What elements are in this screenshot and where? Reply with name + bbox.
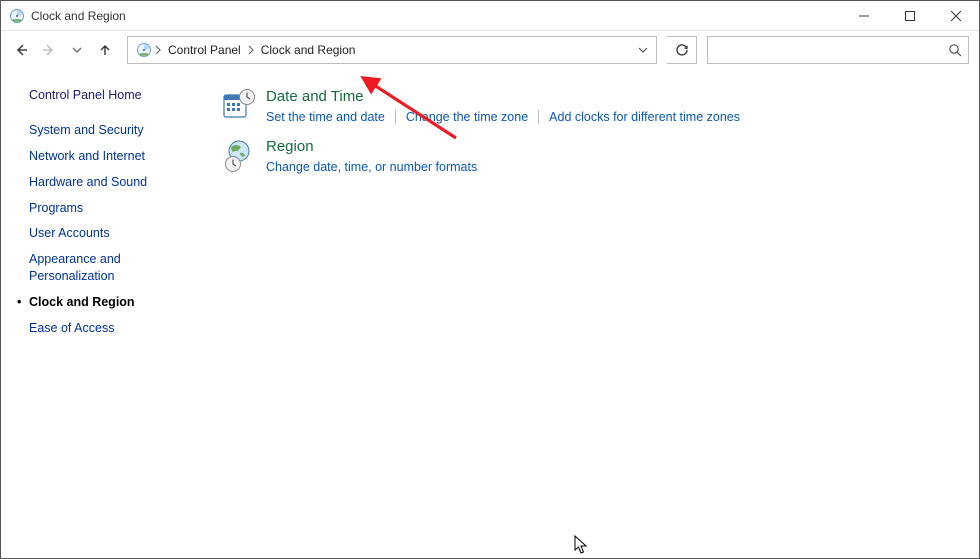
search-icon[interactable] [948, 43, 962, 57]
content: Date and Time Set the time and date Chan… [206, 69, 979, 558]
maximize-button[interactable] [887, 1, 933, 31]
search-box[interactable] [707, 36, 969, 64]
category-title-date-and-time[interactable]: Date and Time [266, 88, 740, 107]
up-button[interactable] [93, 38, 117, 62]
control-panel-icon [9, 8, 25, 24]
sidebar-item-system-and-security[interactable]: System and Security [29, 122, 206, 139]
breadcrumb-control-panel[interactable]: Control Panel [164, 37, 245, 63]
sidebar-item-clock-and-region[interactable]: Clock and Region [29, 294, 206, 311]
recent-locations-button[interactable] [65, 38, 89, 62]
window-title: Clock and Region [31, 9, 126, 23]
sidebar-home[interactable]: Control Panel Home [29, 87, 206, 104]
breadcrumb-clock-and-region[interactable]: Clock and Region [257, 37, 360, 63]
sidebar-item-user-accounts[interactable]: User Accounts [29, 225, 206, 242]
chevron-right-icon[interactable] [152, 45, 164, 55]
refresh-button[interactable] [667, 36, 697, 64]
address-root-icon[interactable] [132, 37, 152, 63]
back-button[interactable] [9, 38, 33, 62]
window-frame: Clock and Region [0, 0, 980, 559]
address-bar[interactable]: Control Panel Clock and Region [127, 36, 657, 64]
address-dropdown-button[interactable] [632, 45, 654, 55]
sidebar: Control Panel Home System and Security N… [1, 69, 206, 558]
date-and-time-icon [222, 88, 256, 122]
breadcrumb-label: Clock and Region [261, 43, 356, 57]
category-title-region[interactable]: Region [266, 138, 477, 157]
link-divider [395, 110, 396, 124]
link-change-date-time-or-number-formats[interactable]: Change date, time, or number formats [266, 160, 477, 174]
forward-button[interactable] [37, 38, 61, 62]
category-region: Region Change date, time, or number form… [222, 138, 959, 174]
sidebar-item-network-and-internet[interactable]: Network and Internet [29, 148, 206, 165]
sidebar-item-appearance-and-personalization[interactable]: Appearance and Personalization [29, 251, 169, 285]
titlebar: Clock and Region [1, 1, 979, 31]
search-input[interactable] [716, 42, 948, 58]
link-add-clocks-for-different-time-zones[interactable]: Add clocks for different time zones [549, 110, 740, 124]
category-links: Set the time and date Change the time zo… [266, 110, 740, 124]
category-links: Change date, time, or number formats [266, 160, 477, 174]
sidebar-item-ease-of-access[interactable]: Ease of Access [29, 320, 206, 337]
minimize-button[interactable] [841, 1, 887, 31]
region-icon [222, 138, 256, 172]
close-button[interactable] [933, 1, 979, 31]
link-change-the-time-zone[interactable]: Change the time zone [406, 110, 528, 124]
chevron-right-icon[interactable] [245, 45, 257, 55]
body: Control Panel Home System and Security N… [1, 69, 979, 558]
category-date-and-time: Date and Time Set the time and date Chan… [222, 88, 959, 124]
sidebar-item-programs[interactable]: Programs [29, 200, 206, 217]
toolbar: Control Panel Clock and Region [1, 31, 979, 69]
sidebar-item-hardware-and-sound[interactable]: Hardware and Sound [29, 174, 206, 191]
link-set-the-time-and-date[interactable]: Set the time and date [266, 110, 385, 124]
breadcrumb-label: Control Panel [168, 43, 241, 57]
link-divider [538, 110, 539, 124]
